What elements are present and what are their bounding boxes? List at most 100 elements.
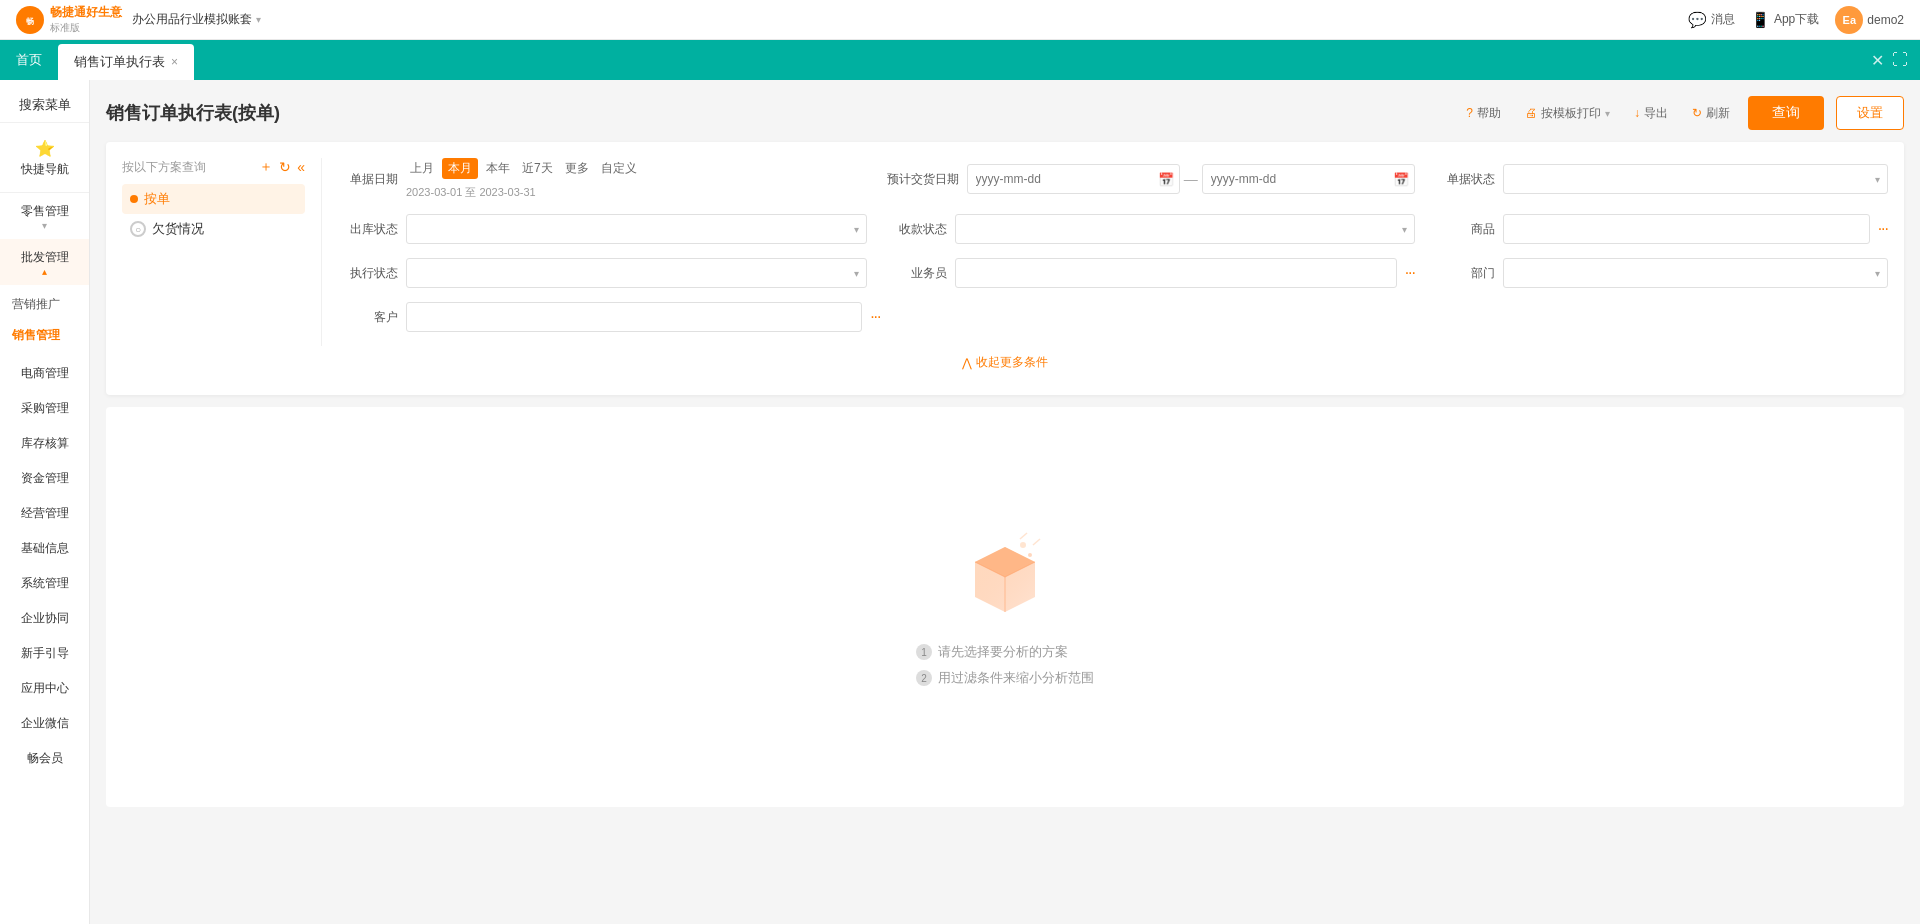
customer-more-icon[interactable]: ···: [870, 308, 880, 326]
payment-status-select[interactable]: [955, 214, 1416, 244]
date-range-text: 2023-03-01 至 2023-03-31: [406, 185, 867, 200]
page-header: 销售订单执行表(按单) ? 帮助 🖨 按模板打印 ▾ ↓ 导出 ↻ 刷新: [106, 96, 1904, 130]
refresh-scheme-icon[interactable]: ↻: [279, 159, 291, 175]
appcenter-label: 应用中心: [21, 680, 69, 697]
date-tab-current-year[interactable]: 本年: [482, 158, 514, 179]
wholesale-label: 批发管理: [21, 249, 69, 266]
expected-delivery-end-input[interactable]: [1202, 164, 1415, 194]
sidebar: 搜索菜单 ⭐ 快捷导航 零售管理 ▾ 批发管理 ▴ 营销推广 销售管理 电商管理: [0, 80, 90, 924]
date-tab-last-month[interactable]: 上月: [406, 158, 438, 179]
date-tab-current-month[interactable]: 本月: [442, 158, 478, 179]
date-dash: —: [1184, 171, 1198, 187]
sidebar-item-enterprise[interactable]: 企业协同: [0, 600, 89, 635]
scheme-欠货情况-label: 欠货情况: [152, 220, 204, 238]
chevron-down-icon: ▾: [256, 14, 261, 25]
query-button[interactable]: 查询: [1748, 96, 1824, 130]
sidebar-item-system[interactable]: 系统管理: [0, 565, 89, 600]
department-select[interactable]: [1503, 258, 1888, 288]
empty-tip-2: 2 用过滤条件来缩小分析范围: [916, 669, 1094, 687]
collapse-filters-button[interactable]: ⋀ 收起更多条件: [122, 346, 1888, 379]
expected-delivery-end-wrap: 📅: [1202, 164, 1415, 194]
avatar: Ea: [1835, 6, 1863, 34]
system-label: 系统管理: [21, 575, 69, 592]
sidebar-item-wechat[interactable]: 企业微信: [0, 705, 89, 740]
department-label: 部门: [1435, 265, 1495, 282]
execution-status-select[interactable]: [406, 258, 867, 288]
help-button[interactable]: ? 帮助: [1460, 101, 1507, 126]
date-tab-7days[interactable]: 近7天: [518, 158, 557, 179]
doc-status-select[interactable]: [1503, 164, 1888, 194]
scheme-active-dot: [130, 195, 138, 203]
ecommerce-label: 电商管理: [21, 365, 69, 382]
template-print-button[interactable]: 🖨 按模板打印 ▾: [1519, 101, 1616, 126]
main-layout: 搜索菜单 ⭐ 快捷导航 零售管理 ▾ 批发管理 ▴ 营销推广 销售管理 电商管理: [0, 80, 1920, 924]
customer-input[interactable]: [406, 302, 862, 332]
sidebar-item-ecommerce[interactable]: 电商管理: [0, 355, 89, 390]
shortcut-label: 快捷导航: [21, 161, 69, 178]
scheme-item-欠货情况[interactable]: ○ 欠货情况: [122, 214, 305, 244]
sidebar-item-appcenter[interactable]: 应用中心: [0, 670, 89, 705]
search-menu-label[interactable]: 搜索菜单: [10, 96, 79, 114]
product-more-icon[interactable]: ···: [1878, 220, 1888, 238]
sidebar-item-purchase[interactable]: 采购管理: [0, 390, 89, 425]
messages-button[interactable]: 💬 消息: [1688, 11, 1735, 29]
field-product: 商品 ···: [1435, 214, 1888, 244]
expand-window-icon[interactable]: ⛶: [1892, 51, 1908, 69]
filter-panel: 按以下方案查询 ＋ ↻ « 按单 ○ 欠货情况: [106, 142, 1904, 395]
field-payment-status: 收款状态 ▾: [887, 214, 1416, 244]
filter-row-2: 出库状态 ▾ 收款状态: [338, 214, 1888, 244]
field-salesperson: 业务员 ···: [887, 258, 1416, 288]
sidebar-item-marketing[interactable]: 营销推广: [0, 289, 89, 320]
product-input[interactable]: [1503, 214, 1870, 244]
print-icon: 🖨: [1525, 106, 1537, 120]
tab-sales-exec[interactable]: 销售订单执行表 ×: [58, 44, 194, 80]
field-doc-status: 单据状态 ▾: [1435, 164, 1888, 194]
sidebar-item-shortcut[interactable]: ⭐ 快捷导航: [0, 129, 89, 186]
scheme-item-按单[interactable]: 按单: [122, 184, 305, 214]
payment-status-label: 收款状态: [887, 221, 947, 238]
sidebar-item-member[interactable]: 畅会员: [0, 740, 89, 775]
member-label: 畅会员: [27, 750, 63, 767]
svg-point-7: [1020, 542, 1026, 548]
field-department: 部门 ▾: [1435, 258, 1888, 288]
sidebar-item-retail[interactable]: 零售管理 ▾: [0, 193, 89, 239]
salesperson-input[interactable]: [955, 258, 1397, 288]
purchase-label: 采购管理: [21, 400, 69, 417]
tab-close-icon[interactable]: ×: [171, 55, 178, 69]
tab-home[interactable]: 首页: [0, 40, 58, 80]
sidebar-item-sales[interactable]: 销售管理: [0, 320, 89, 351]
delivery-status-select[interactable]: [406, 214, 867, 244]
expected-delivery-label: 预计交货日期: [887, 171, 959, 188]
settings-button[interactable]: 设置: [1836, 96, 1904, 130]
guide-label: 新手引导: [21, 645, 69, 662]
add-scheme-icon[interactable]: ＋: [259, 158, 273, 176]
sidebar-item-wholesale[interactable]: 批发管理 ▴: [0, 239, 89, 285]
export-button[interactable]: ↓ 导出: [1628, 101, 1674, 126]
collapse-scheme-icon[interactable]: «: [297, 159, 305, 175]
date-tab-more[interactable]: 更多: [561, 158, 593, 179]
salesperson-more-icon[interactable]: ···: [1405, 264, 1415, 282]
refresh-button[interactable]: ↻ 刷新: [1686, 101, 1736, 126]
sidebar-item-inventory[interactable]: 库存核算: [0, 425, 89, 460]
date-tab-custom[interactable]: 自定义: [597, 158, 641, 179]
sidebar-item-guide[interactable]: 新手引导: [0, 635, 89, 670]
sidebar-item-basic[interactable]: 基础信息: [0, 530, 89, 565]
sidebar-search[interactable]: 搜索菜单: [0, 88, 89, 123]
company-selector[interactable]: 办公用品行业模拟账套 ▾: [132, 11, 261, 28]
chevron-icon-retail: ▾: [42, 220, 47, 231]
scheme-actions: ＋ ↻ «: [259, 158, 305, 176]
product-label: 商品: [1435, 221, 1495, 238]
execution-status-select-wrap: ▾: [406, 258, 867, 288]
user-profile[interactable]: Ea demo2: [1835, 6, 1904, 34]
app-download-button[interactable]: 📱 App下载: [1751, 11, 1819, 29]
scheme-panel: 按以下方案查询 ＋ ↻ « 按单 ○ 欠货情况: [122, 158, 322, 346]
svg-point-8: [1028, 553, 1032, 557]
filter-row-4: 客户 ···: [338, 302, 1888, 332]
close-window-icon[interactable]: ✕: [1871, 51, 1884, 70]
content-main: 1 请先选择要分析的方案 2 用过滤条件来缩小分析范围: [106, 407, 1904, 807]
sidebar-item-operations[interactable]: 经营管理: [0, 495, 89, 530]
logo-text: 畅捷通好生意 标准版: [50, 5, 122, 34]
expected-delivery-start-input[interactable]: [967, 164, 1180, 194]
sidebar-item-finance[interactable]: 资金管理: [0, 460, 89, 495]
expected-delivery-start-wrap: 📅: [967, 164, 1180, 194]
